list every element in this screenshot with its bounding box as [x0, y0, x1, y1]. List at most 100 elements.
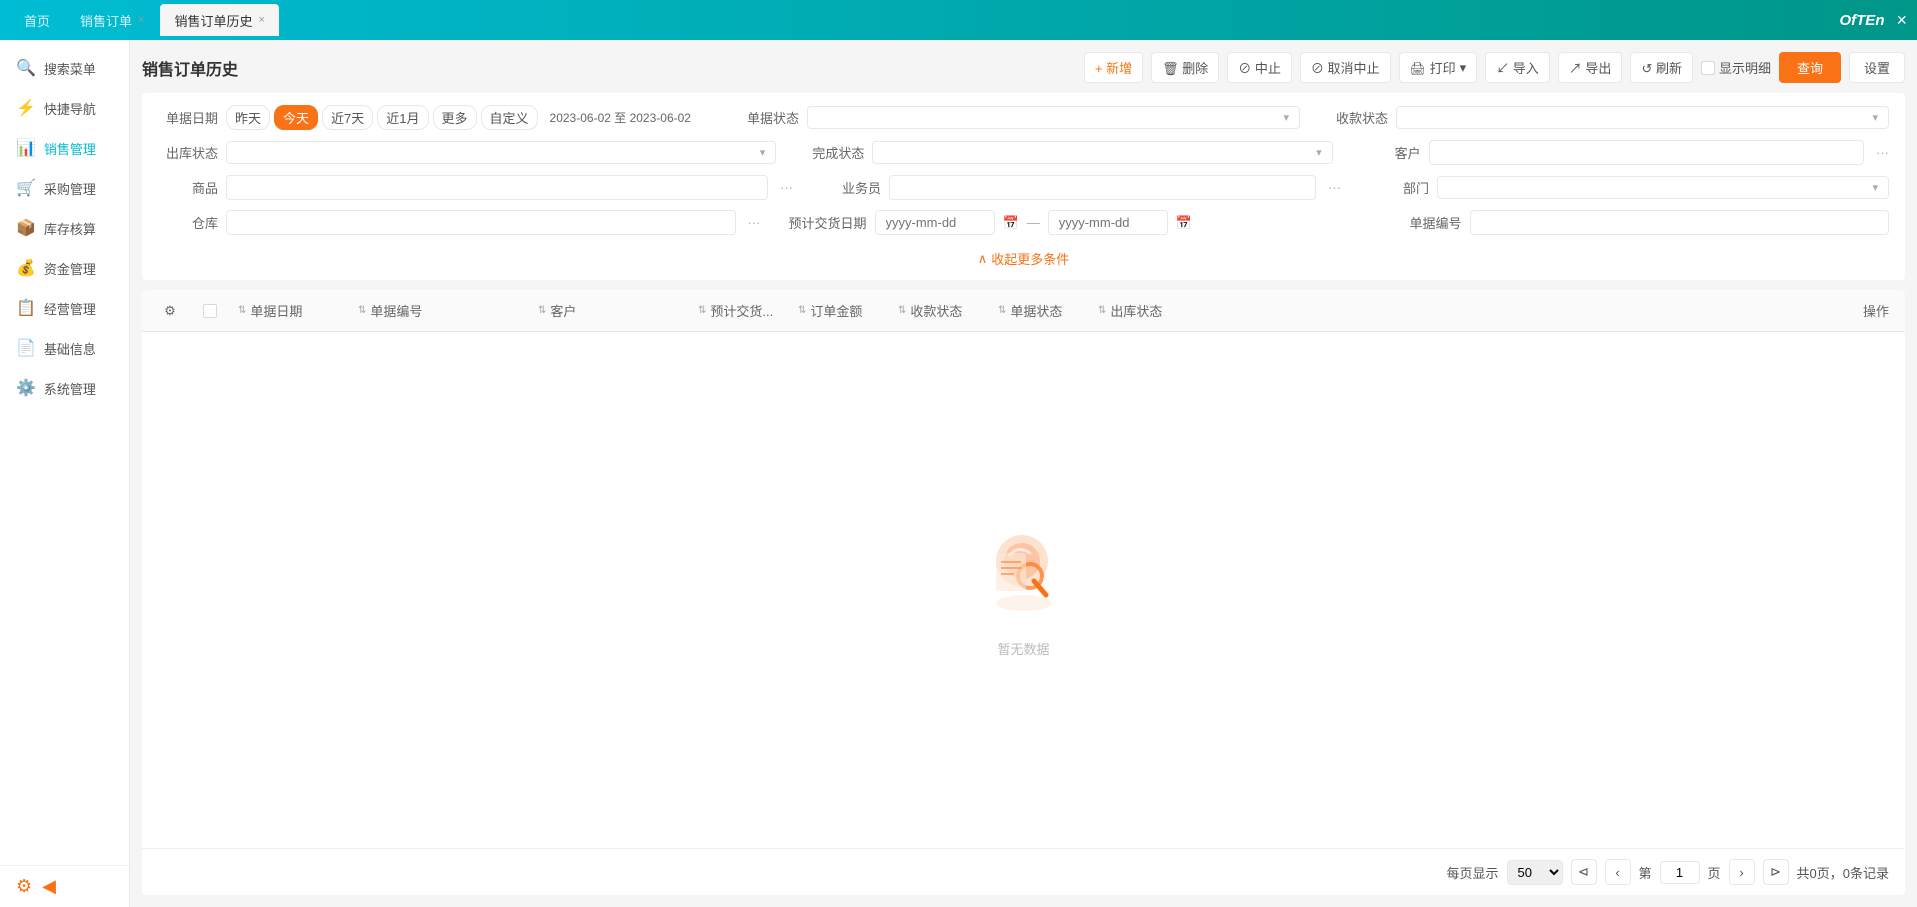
sidebar-item-system-mgmt[interactable]: ⚙️ 系统管理 — [0, 368, 129, 408]
total-info: 共0页，0条记录 — [1797, 863, 1889, 882]
last-page-button[interactable]: ⊳ — [1763, 859, 1789, 885]
first-page-button[interactable]: ⊲ — [1571, 859, 1597, 885]
date-btn-1month[interactable]: 近1月 — [377, 105, 428, 130]
sidebar-bottom: ⚙ ◀ — [0, 865, 129, 907]
payment-status-chevron: ▾ — [1872, 111, 1878, 124]
sidebar-item-basic-info[interactable]: 📄 基础信息 — [0, 328, 129, 368]
date-label: 单据日期 — [158, 108, 218, 127]
display-dense-checkbox[interactable] — [1701, 61, 1715, 75]
customer-input[interactable] — [1429, 140, 1864, 165]
payment-status-select[interactable]: ▾ — [1396, 106, 1889, 129]
export-button[interactable]: ↗ 导出 — [1558, 52, 1623, 83]
filter-row-1: 单据日期 昨天 今天 近7天 近1月 更多 — [158, 105, 1889, 130]
sort-status-icon[interactable]: ⇅ — [998, 305, 1006, 316]
delivery-date-label: 预计交货日期 — [789, 213, 867, 232]
complete-status-select[interactable]: ▾ — [872, 141, 1332, 164]
sort-payment-icon[interactable]: ⇅ — [898, 305, 906, 316]
tab-home[interactable]: 首页 — [10, 4, 64, 36]
date-btn-yesterday[interactable]: 昨天 — [226, 105, 270, 130]
tab-sales-order[interactable]: 销售订单 × — [66, 4, 158, 36]
calendar-to-icon[interactable]: 📅 — [1176, 215, 1192, 231]
import-button[interactable]: ↙ 导入 — [1485, 52, 1550, 83]
next-page-button[interactable]: › — [1729, 859, 1755, 885]
order-no-input[interactable] — [1470, 210, 1890, 235]
sidebar-item-inventory[interactable]: 📦 库存核算 — [0, 208, 129, 248]
sort-amount-icon[interactable]: ⇅ — [798, 305, 806, 316]
date-btn-7days[interactable]: 近7天 — [322, 105, 373, 130]
select-all-checkbox[interactable] — [203, 304, 217, 318]
sidebar-item-quick-nav[interactable]: ⚡ 快捷导航 — [0, 88, 129, 128]
collapse-sidebar-icon[interactable]: ◀ — [42, 876, 56, 897]
date-btn-today[interactable]: 今天 — [274, 105, 318, 130]
salesperson-dots[interactable]: ··· — [1328, 180, 1341, 195]
per-page-select[interactable]: 50 100 200 — [1507, 860, 1563, 885]
topbar-right: OfTEn × — [1839, 10, 1907, 31]
order-no-label: 单据编号 — [1402, 213, 1462, 232]
sort-warehouse-icon[interactable]: ⇅ — [1098, 305, 1106, 316]
table-settings-icon[interactable]: ⚙ — [164, 303, 176, 319]
warehouse-input[interactable] — [226, 210, 736, 235]
page-label: 页 — [1708, 863, 1721, 882]
th-status: ⇅ 单据状态 — [990, 301, 1090, 320]
warehouse-dots[interactable]: ··· — [748, 215, 761, 230]
filter-row-3: 商品 ··· 业务员 ··· 部门 ▾ — [158, 175, 1889, 200]
warehouse-status-chevron: ▾ — [760, 146, 766, 159]
sort-customer-icon[interactable]: ⇅ — [538, 305, 546, 316]
cancel-stop-button[interactable]: ⊘ 取消中止 — [1300, 52, 1391, 83]
delivery-date-to[interactable] — [1048, 210, 1168, 235]
date-btn-custom[interactable]: 自定义 — [481, 105, 538, 130]
date-btn-more[interactable]: 更多 — [433, 105, 477, 130]
sort-no-icon[interactable]: ⇅ — [358, 305, 366, 316]
th-date: ⇅ 单据日期 — [230, 301, 350, 320]
sidebar-item-operations[interactable]: 📋 经营管理 — [0, 288, 129, 328]
product-dots[interactable]: ··· — [780, 180, 793, 195]
salesperson-input[interactable] — [889, 175, 1316, 200]
tab-sales-order-history-close[interactable]: × — [258, 14, 264, 26]
sidebar-item-search-menu[interactable]: 🔍 搜索菜单 — [0, 48, 129, 88]
filter-panel: 单据日期 昨天 今天 近7天 近1月 更多 — [142, 93, 1905, 280]
per-page-label: 每页显示 — [1446, 863, 1498, 882]
sidebar-item-finance[interactable]: 💰 资金管理 — [0, 248, 129, 288]
th-settings[interactable]: ⚙ — [150, 303, 190, 319]
empty-illustration — [974, 523, 1074, 623]
window-close-button[interactable]: × — [1896, 10, 1907, 31]
refresh-button[interactable]: ↺ 刷新 — [1630, 52, 1693, 83]
collapse-bar[interactable]: ∧ 收起更多条件 — [158, 245, 1889, 268]
th-customer: ⇅ 客户 — [530, 301, 690, 320]
basic-info-icon: 📄 — [16, 338, 36, 358]
product-input[interactable] — [226, 175, 768, 200]
table-container: ⚙ ⇅ 单据日期 ⇅ 单据编号 ⇅ 客户 ⇅ — [142, 290, 1905, 895]
th-amount: ⇅ 订单金额 — [790, 301, 890, 320]
order-status-label: 单据状态 — [739, 108, 799, 127]
sort-delivery-icon[interactable]: ⇅ — [698, 305, 706, 316]
empty-state: 暂无数据 — [142, 332, 1905, 848]
display-dense-toggle[interactable]: 显示明细 — [1701, 58, 1771, 77]
department-select[interactable]: ▾ — [1437, 176, 1889, 199]
delete-button[interactable]: 🗑 删除 — [1151, 52, 1219, 83]
tab-sales-order-close[interactable]: × — [138, 14, 144, 26]
page-title: 销售订单历史 — [142, 56, 238, 80]
setting-button[interactable]: 设置 — [1849, 52, 1905, 83]
date-buttons: 昨天 今天 近7天 近1月 更多 自定义 — [226, 105, 538, 130]
warehouse-status-select[interactable]: ▾ — [226, 141, 776, 164]
th-delivery: ⇅ 预计交货... — [690, 301, 790, 320]
query-button[interactable]: 查询 — [1779, 52, 1841, 83]
page-input[interactable] — [1660, 861, 1700, 884]
payment-status-label: 收款状态 — [1328, 108, 1388, 127]
product-label: 商品 — [158, 178, 218, 197]
delivery-date-from[interactable] — [875, 210, 995, 235]
stop-button[interactable]: ⊘ 中止 — [1227, 52, 1292, 83]
print-button[interactable]: 🖨 打印 ▾ — [1399, 52, 1478, 83]
sidebar-item-purchase-mgmt[interactable]: 🛒 采购管理 — [0, 168, 129, 208]
operations-icon: 📋 — [16, 298, 36, 318]
settings-bottom-icon[interactable]: ⚙ — [16, 876, 32, 897]
tab-sales-order-history[interactable]: 销售订单历史 × — [160, 4, 278, 36]
order-status-select[interactable]: ▾ — [807, 106, 1300, 129]
sidebar: 🔍 搜索菜单 ⚡ 快捷导航 📊 销售管理 🛒 采购管理 📦 库存核算 💰 资金管… — [0, 40, 130, 907]
calendar-from-icon[interactable]: 📅 — [1003, 215, 1019, 231]
customer-dots[interactable]: ··· — [1876, 145, 1889, 160]
sort-date-icon[interactable]: ⇅ — [238, 305, 246, 316]
sidebar-item-sales-mgmt[interactable]: 📊 销售管理 — [0, 128, 129, 168]
prev-page-button[interactable]: ‹ — [1605, 859, 1631, 885]
new-button[interactable]: + 新增 — [1084, 52, 1143, 83]
